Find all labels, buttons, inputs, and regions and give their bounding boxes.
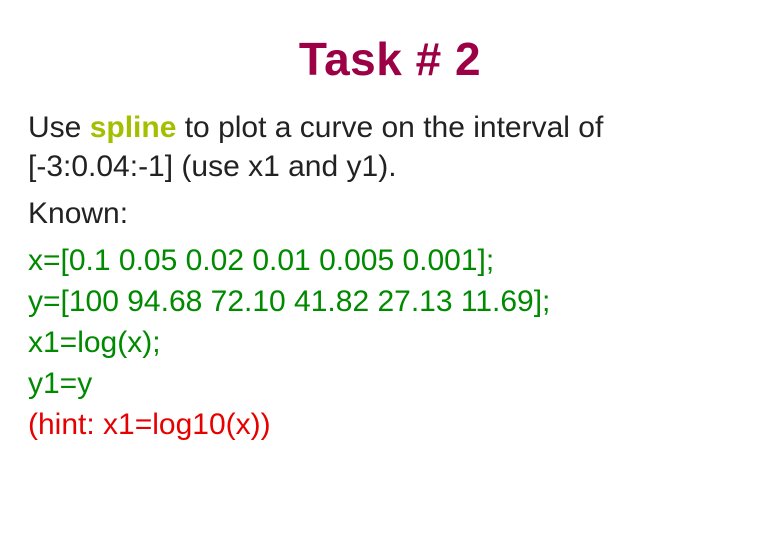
keyword-spline: spline [90,111,177,144]
instruction-line: Use spline to plot a curve on the interv… [28,108,752,186]
hint-line: (hint: x1=log10(x)) [28,405,752,444]
code-block: x=[0.1 0.05 0.02 0.01 0.005 0.001]; y=[1… [28,241,752,403]
code-line-y: y=[100 94.68 72.10 41.82 27.13 11.69]; [28,282,752,321]
code-line-x1: x1=log(x); [28,323,752,362]
known-label: Known: [28,194,752,233]
task-title: Task # 2 [28,32,752,86]
code-line-y1: y1=y [28,364,752,403]
body-text: Use spline to plot a curve on the interv… [28,108,752,444]
code-line-x: x=[0.1 0.05 0.02 0.01 0.005 0.001]; [28,241,752,280]
slide: Task # 2 Use spline to plot a curve on t… [0,0,780,535]
instruction-prefix: Use [28,111,90,144]
